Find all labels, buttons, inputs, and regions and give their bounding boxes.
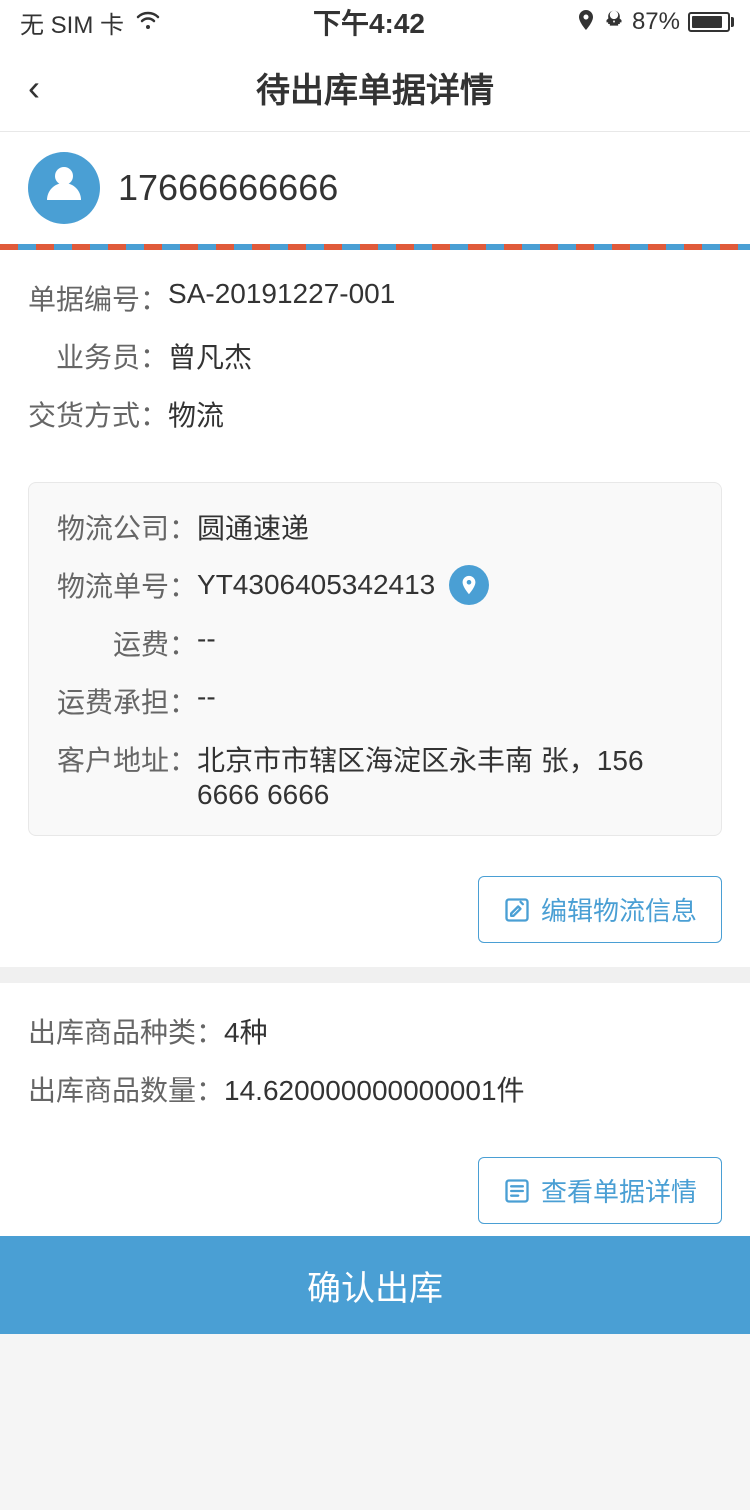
- logistics-card: 物流公司： 圆通速递 物流单号： YT4306405342413: [28, 482, 722, 836]
- address-row: 客户地址： 北京市市辖区海淀区永丰南 张，156 6666 6666: [57, 739, 693, 811]
- nav-bar: ‹ 待出库单据详情: [0, 44, 750, 132]
- battery-icon: [688, 12, 730, 32]
- user-icon: [43, 162, 85, 214]
- status-right: 87%: [576, 8, 730, 37]
- tracking-location-icon[interactable]: [449, 565, 489, 605]
- goods-types-row: 出库商品种类： 4种: [28, 1011, 722, 1051]
- sales-person-value: 曾凡杰: [168, 336, 722, 376]
- order-no-row: 单据编号： SA-20191227-001: [28, 278, 722, 318]
- carrier-text: 无 SIM 卡: [20, 5, 124, 40]
- confirm-button-wrapper: 确认出库: [0, 1236, 750, 1334]
- section-divider: [0, 967, 750, 983]
- delivery-method-label: 交货方式：: [28, 394, 168, 434]
- order-no-label: 单据编号：: [28, 278, 168, 318]
- wifi-icon: [134, 8, 162, 36]
- address-value: 北京市市辖区海淀区永丰南 张，156 6666 6666: [197, 739, 693, 811]
- freight-bearer-label: 运费承担：: [57, 681, 197, 721]
- logistics-tracking-row: 物流单号： YT4306405342413: [57, 565, 693, 605]
- logistics-company-value: 圆通速递: [197, 507, 693, 547]
- customer-phone: 17666666666: [118, 167, 338, 209]
- confirm-button[interactable]: 确认出库: [0, 1236, 750, 1334]
- status-left: 无 SIM 卡: [20, 5, 162, 40]
- edit-logistics-button[interactable]: 编辑物流信息: [478, 876, 722, 943]
- battery-percentage: 87%: [632, 8, 680, 36]
- status-bar: 无 SIM 卡 下午4:42 87%: [0, 0, 750, 44]
- logistics-company-label: 物流公司：: [57, 507, 197, 547]
- goods-section: 出库商品种类： 4种 出库商品数量： 14.620000000000001件: [0, 983, 750, 1137]
- address-label: 客户地址：: [57, 739, 197, 779]
- edit-logistics-row: 编辑物流信息: [0, 856, 750, 943]
- delivery-method-row: 交货方式： 物流: [28, 394, 722, 434]
- freight-row: 运费： --: [57, 623, 693, 663]
- freight-bearer-row: 运费承担： --: [57, 681, 693, 721]
- goods-quantity-value: 14.620000000000001件: [224, 1069, 525, 1109]
- edit-logistics-label: 编辑物流信息: [541, 891, 697, 928]
- view-detail-button[interactable]: 查看单据详情: [478, 1157, 722, 1224]
- view-detail-label: 查看单据详情: [541, 1172, 697, 1209]
- delivery-method-value: 物流: [168, 394, 722, 434]
- confirm-label: 确认出库: [307, 1261, 443, 1310]
- logistics-tracking-value: YT4306405342413: [197, 565, 693, 605]
- freight-bearer-value: --: [197, 681, 693, 713]
- logistics-company-row: 物流公司： 圆通速递: [57, 507, 693, 547]
- page-title: 待出库单据详情: [256, 63, 494, 112]
- freight-label: 运费：: [57, 623, 197, 663]
- freight-value: --: [197, 623, 693, 655]
- goods-quantity-label: 出库商品数量：: [28, 1069, 224, 1109]
- goods-types-label: 出库商品种类：: [28, 1011, 224, 1051]
- order-info-section: 单据编号： SA-20191227-001 业务员： 曾凡杰 交货方式： 物流: [0, 250, 750, 462]
- goods-quantity-row: 出库商品数量： 14.620000000000001件: [28, 1069, 722, 1109]
- back-button[interactable]: ‹: [28, 67, 40, 109]
- logistics-tracking-label: 物流单号：: [57, 565, 197, 605]
- sales-person-label: 业务员：: [28, 336, 168, 376]
- customer-header: 17666666666: [0, 132, 750, 244]
- location-service-icon: [576, 8, 596, 37]
- alarm-icon: [604, 8, 624, 37]
- view-detail-row: 查看单据详情: [0, 1137, 750, 1252]
- tracking-no-text: YT4306405342413: [197, 569, 435, 601]
- order-no-value: SA-20191227-001: [168, 278, 722, 310]
- status-time: 下午4:42: [313, 2, 425, 42]
- avatar: [28, 152, 100, 224]
- goods-types-value: 4种: [224, 1011, 268, 1051]
- sales-person-row: 业务员： 曾凡杰: [28, 336, 722, 376]
